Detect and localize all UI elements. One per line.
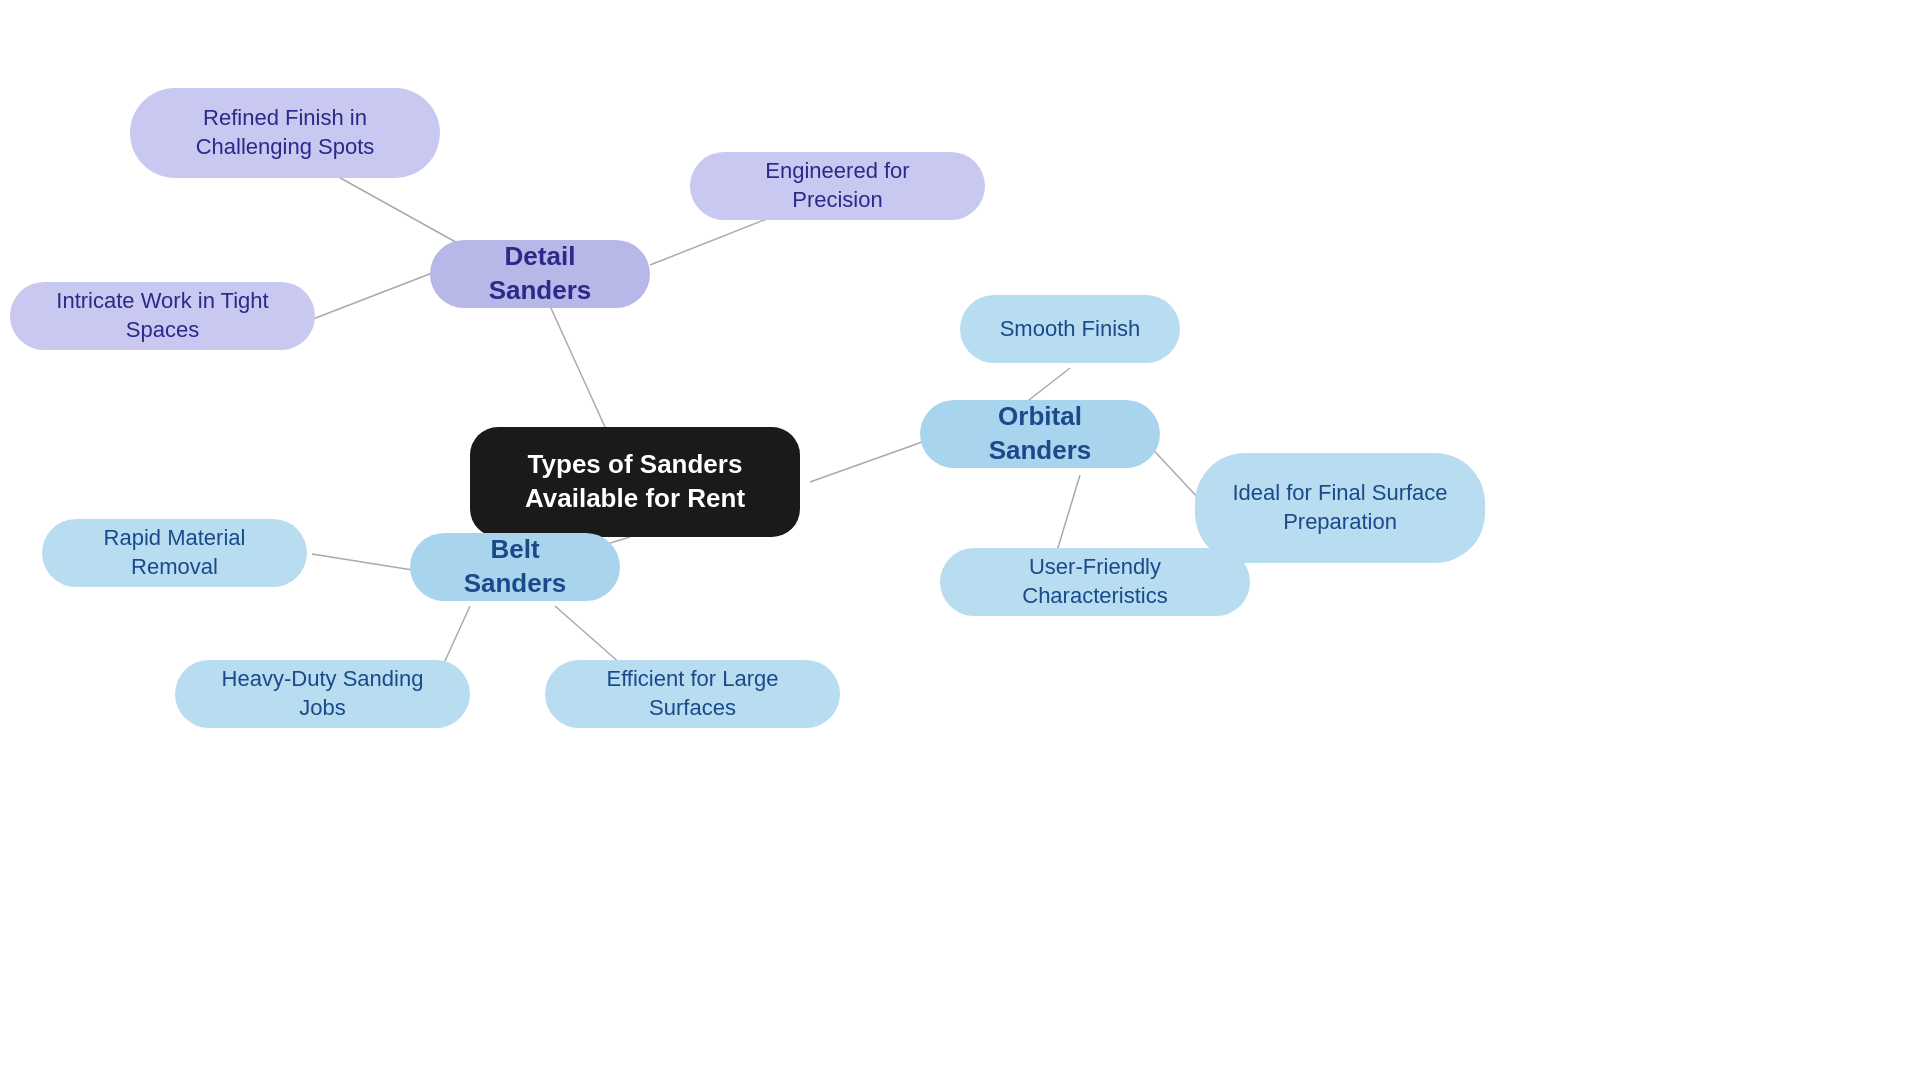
svg-line-9 xyxy=(312,554,425,572)
intricate-work-label: Intricate Work in Tight Spaces xyxy=(38,287,287,344)
belt-sanders-label: Belt Sanders xyxy=(438,533,592,601)
refined-finish-label: Refined Finish in Challenging Spots xyxy=(158,104,412,161)
intricate-work-node: Intricate Work in Tight Spaces xyxy=(10,282,315,350)
svg-line-1 xyxy=(810,441,925,482)
belt-sanders-node: Belt Sanders xyxy=(410,533,620,601)
user-friendly-node: User-Friendly Characteristics xyxy=(940,548,1250,616)
engineered-precision-node: Engineered for Precision xyxy=(690,152,985,220)
detail-sanders-label: Detail Sanders xyxy=(458,240,622,308)
svg-line-3 xyxy=(335,175,470,250)
ideal-surface-node: Ideal for Final Surface Preparation xyxy=(1195,453,1485,563)
svg-line-4 xyxy=(300,270,440,324)
ideal-surface-label: Ideal for Final Surface Preparation xyxy=(1223,479,1457,536)
efficient-surfaces-label: Efficient for Large Surfaces xyxy=(573,665,812,722)
center-node: Types of Sanders Available for Rent xyxy=(470,427,800,537)
smooth-finish-label: Smooth Finish xyxy=(1000,315,1141,344)
refined-finish-node: Refined Finish in Challenging Spots xyxy=(130,88,440,178)
heavy-duty-label: Heavy-Duty Sanding Jobs xyxy=(203,665,442,722)
smooth-finish-node: Smooth Finish xyxy=(960,295,1180,363)
efficient-surfaces-node: Efficient for Large Surfaces xyxy=(545,660,840,728)
user-friendly-label: User-Friendly Characteristics xyxy=(968,553,1222,610)
rapid-removal-node: Rapid Material Removal xyxy=(42,519,307,587)
detail-sanders-node: Detail Sanders xyxy=(430,240,650,308)
orbital-sanders-node: Orbital Sanders xyxy=(920,400,1160,468)
orbital-sanders-label: Orbital Sanders xyxy=(948,400,1132,468)
heavy-duty-node: Heavy-Duty Sanding Jobs xyxy=(175,660,470,728)
engineered-precision-label: Engineered for Precision xyxy=(718,157,957,214)
rapid-removal-label: Rapid Material Removal xyxy=(70,524,279,581)
